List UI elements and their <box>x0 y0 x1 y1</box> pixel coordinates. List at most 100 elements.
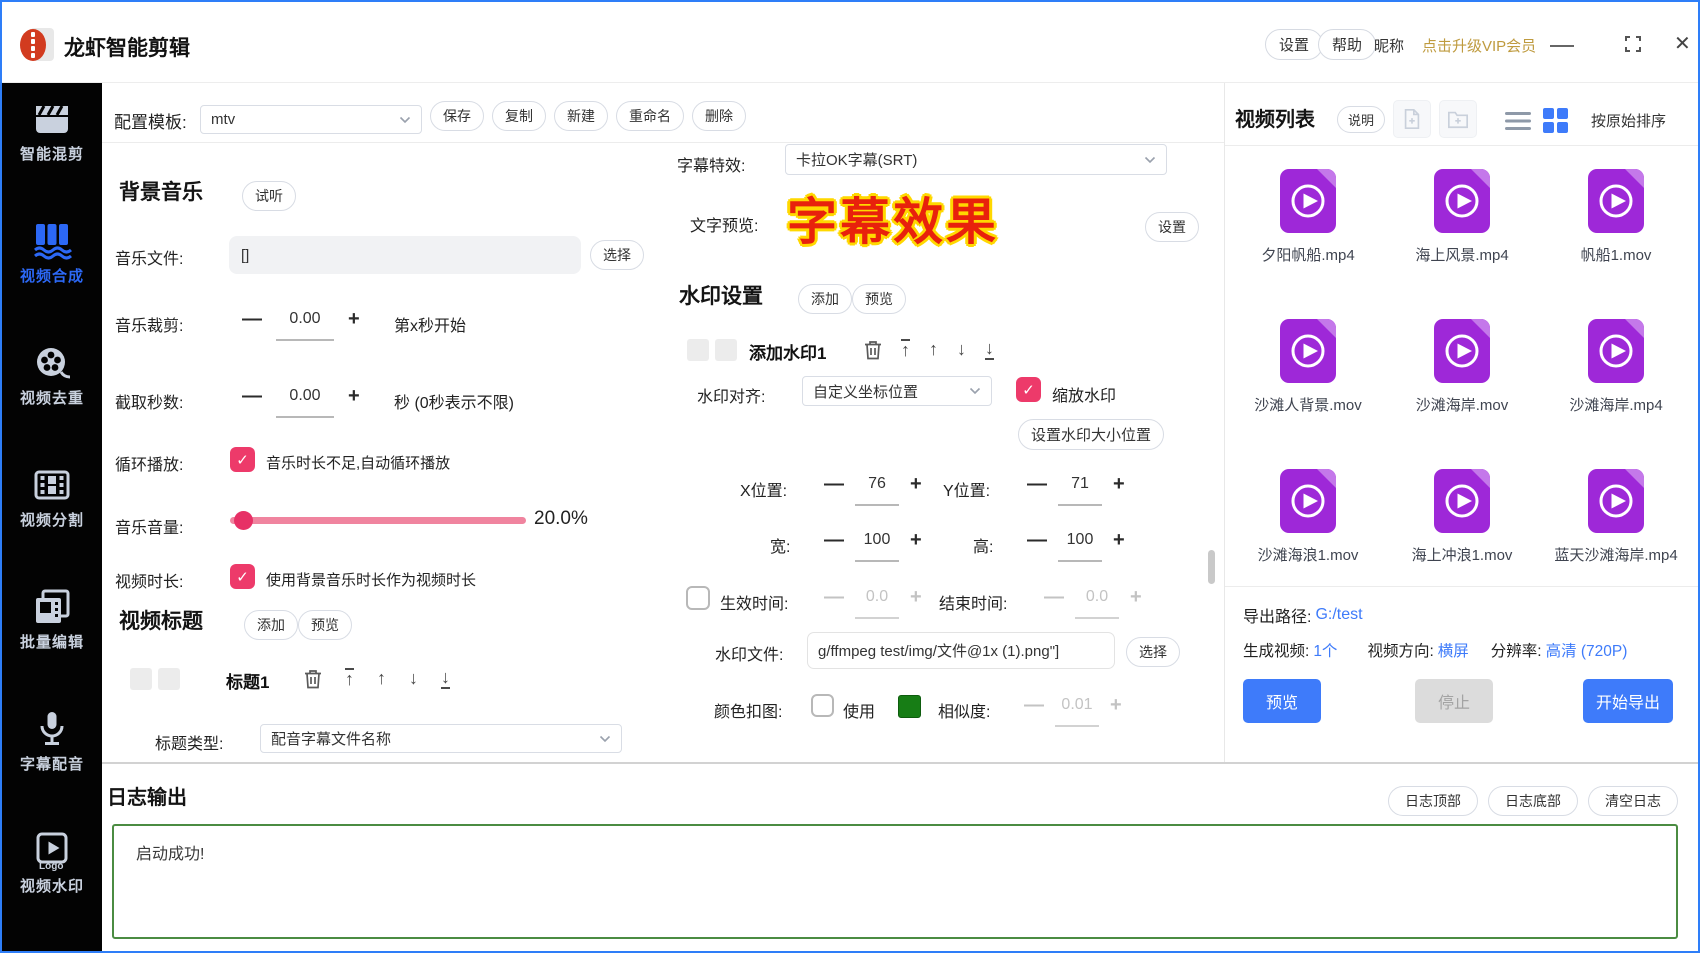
watermark-file-input[interactable]: g/ffmpeg test/img/文件@1x (1).png"] <box>807 632 1115 669</box>
save-template-button[interactable]: 保存 <box>430 101 484 131</box>
increment-button[interactable]: + <box>1113 529 1125 551</box>
video-item[interactable]: 夕阳帆船.mp4 <box>1231 154 1385 304</box>
sidebar-item-video-split[interactable]: 视频分割 <box>2 465 102 531</box>
slider-track[interactable] <box>230 517 526 524</box>
effect-time-checkbox[interactable] <box>686 586 710 610</box>
decrement-button[interactable]: — <box>242 308 262 330</box>
end-time-value[interactable]: 0.0 <box>1075 586 1119 619</box>
minimize-icon[interactable] <box>1550 45 1574 47</box>
effect-time-value[interactable]: 0.0 <box>855 586 899 619</box>
move-down-icon[interactable]: ↓ <box>409 669 418 688</box>
decrement-button[interactable]: — <box>1024 694 1044 716</box>
sidebar-item-video-watermark[interactable]: Logo 视频水印 <box>2 831 102 897</box>
decrement-button[interactable]: — <box>824 473 844 495</box>
video-item[interactable]: 沙滩人背景.mov <box>1231 304 1385 454</box>
watermark-height-value[interactable]: 100 <box>1058 529 1102 562</box>
watermark-preview-button[interactable]: 预览 <box>852 284 906 314</box>
video-item[interactable]: 帆船1.mov <box>1539 154 1693 304</box>
video-item[interactable]: 蓝天沙滩海岸.mp4 <box>1539 454 1693 586</box>
watermark-file-choose-button[interactable]: 选择 <box>1126 637 1180 667</box>
increment-button[interactable]: + <box>910 586 922 608</box>
delete-template-button[interactable]: 删除 <box>692 101 746 131</box>
maximize-icon[interactable] <box>1624 35 1642 53</box>
config-template-select[interactable]: mtv <box>200 105 422 134</box>
move-bottom-icon[interactable]: ↓ <box>985 339 994 360</box>
generate-count-value[interactable]: 1个 <box>1313 639 1337 661</box>
music-trim-value[interactable]: 0.00 <box>276 308 334 341</box>
move-top-icon[interactable]: ↑ <box>901 339 910 360</box>
slider-knob[interactable] <box>234 511 253 530</box>
watermark-y-value[interactable]: 71 <box>1058 473 1102 506</box>
music-file-input[interactable]: [] <box>229 236 581 274</box>
music-file-choose-button[interactable]: 选择 <box>590 240 644 270</box>
watermark-toggle-placeholder[interactable] <box>687 339 709 361</box>
decrement-button[interactable]: — <box>1027 473 1047 495</box>
log-clear-button[interactable]: 清空日志 <box>1588 786 1678 816</box>
decrement-button[interactable]: — <box>824 529 844 551</box>
delete-icon[interactable] <box>304 669 322 689</box>
audition-button[interactable]: 试听 <box>242 181 296 211</box>
video-duration-checkbox[interactable]: ✓ <box>230 564 255 589</box>
orientation-value[interactable]: 横屏 <box>1438 639 1469 661</box>
export-path-value[interactable]: G:/test <box>1315 606 1362 624</box>
scale-watermark-checkbox[interactable]: ✓ <box>1016 377 1041 402</box>
rename-template-button[interactable]: 重命名 <box>616 101 684 131</box>
decrement-button[interactable]: — <box>242 385 262 407</box>
watermark-add-button[interactable]: 添加 <box>798 284 852 314</box>
video-item[interactable]: 海上冲浪1.mov <box>1385 454 1539 586</box>
title-add-button[interactable]: 添加 <box>244 610 298 640</box>
log-bottom-button[interactable]: 日志底部 <box>1488 786 1578 816</box>
move-up-icon[interactable]: ↑ <box>377 669 386 688</box>
loop-play-checkbox[interactable]: ✓ <box>230 447 255 472</box>
video-item[interactable]: 沙滩海岸.mov <box>1385 304 1539 454</box>
increment-button[interactable]: + <box>1110 694 1122 716</box>
increment-button[interactable]: + <box>348 308 360 330</box>
sort-order-control[interactable]: 按原始排序 <box>1591 110 1666 131</box>
decrement-button[interactable]: — <box>1027 529 1047 551</box>
list-view-button[interactable] <box>1505 110 1531 137</box>
video-item[interactable]: 海上风景.mp4 <box>1385 154 1539 304</box>
watermark-size-position-button[interactable]: 设置水印大小位置 <box>1018 419 1165 450</box>
title-preview-button[interactable]: 预览 <box>298 610 352 640</box>
move-down-icon[interactable]: ↓ <box>957 340 966 359</box>
add-file-button[interactable] <box>1393 100 1431 138</box>
move-top-icon[interactable]: ↑ <box>345 668 354 689</box>
move-up-icon[interactable]: ↑ <box>929 340 938 359</box>
copy-template-button[interactable]: 复制 <box>492 101 546 131</box>
preview-button[interactable]: 预览 <box>1243 679 1321 723</box>
chroma-color-swatch[interactable] <box>898 695 921 718</box>
sidebar-item-video-synthesis[interactable]: 视频合成 <box>2 221 102 287</box>
video-item[interactable]: 沙滩海浪1.mov <box>1231 454 1385 586</box>
title-type-select[interactable]: 配音字幕文件名称 <box>260 724 622 753</box>
stop-button[interactable]: 停止 <box>1415 679 1493 723</box>
watermark-align-select[interactable]: 自定义坐标位置 <box>802 376 992 406</box>
watermark-width-value[interactable]: 100 <box>855 529 899 562</box>
close-icon[interactable]: ✕ <box>1674 31 1691 56</box>
sidebar-item-video-dedup[interactable]: 视频去重 <box>2 343 102 409</box>
log-output-area[interactable]: 启动成功! <box>112 824 1678 939</box>
scrollbar-thumb[interactable] <box>1208 550 1215 584</box>
subtitle-effect-select[interactable]: 卡拉OK字幕(SRT) <box>785 144 1167 175</box>
sidebar-item-smart-mix[interactable]: 智能混剪 <box>2 99 102 165</box>
title-toggle-placeholder[interactable] <box>130 668 152 690</box>
increment-button[interactable]: + <box>1130 586 1142 608</box>
log-top-button[interactable]: 日志顶部 <box>1388 786 1478 816</box>
watermark-toggle-placeholder[interactable] <box>715 339 737 361</box>
sidebar-item-subtitle-dubbing[interactable]: 字幕配音 <box>2 709 102 775</box>
similarity-value[interactable]: 0.01 <box>1055 694 1099 727</box>
start-export-button[interactable]: 开始导出 <box>1583 679 1673 723</box>
resolution-value[interactable]: 高清 (720P) <box>1546 639 1628 661</box>
increment-button[interactable]: + <box>348 385 360 407</box>
sidebar-item-batch-edit[interactable]: 批量编辑 <box>2 587 102 653</box>
vip-upgrade-link[interactable]: 点击升级VIP会员 <box>1422 35 1536 56</box>
music-volume-slider[interactable] <box>230 507 526 534</box>
subtitle-settings-button[interactable]: 设置 <box>1145 212 1199 242</box>
grid-view-button[interactable] <box>1543 108 1568 138</box>
increment-button[interactable]: + <box>1113 473 1125 495</box>
clip-seconds-value[interactable]: 0.00 <box>276 385 334 418</box>
decrement-button[interactable]: — <box>824 586 844 608</box>
settings-button[interactable]: 设置 <box>1265 29 1324 60</box>
chroma-use-checkbox[interactable] <box>811 694 834 717</box>
increment-button[interactable]: + <box>910 473 922 495</box>
increment-button[interactable]: + <box>910 529 922 551</box>
